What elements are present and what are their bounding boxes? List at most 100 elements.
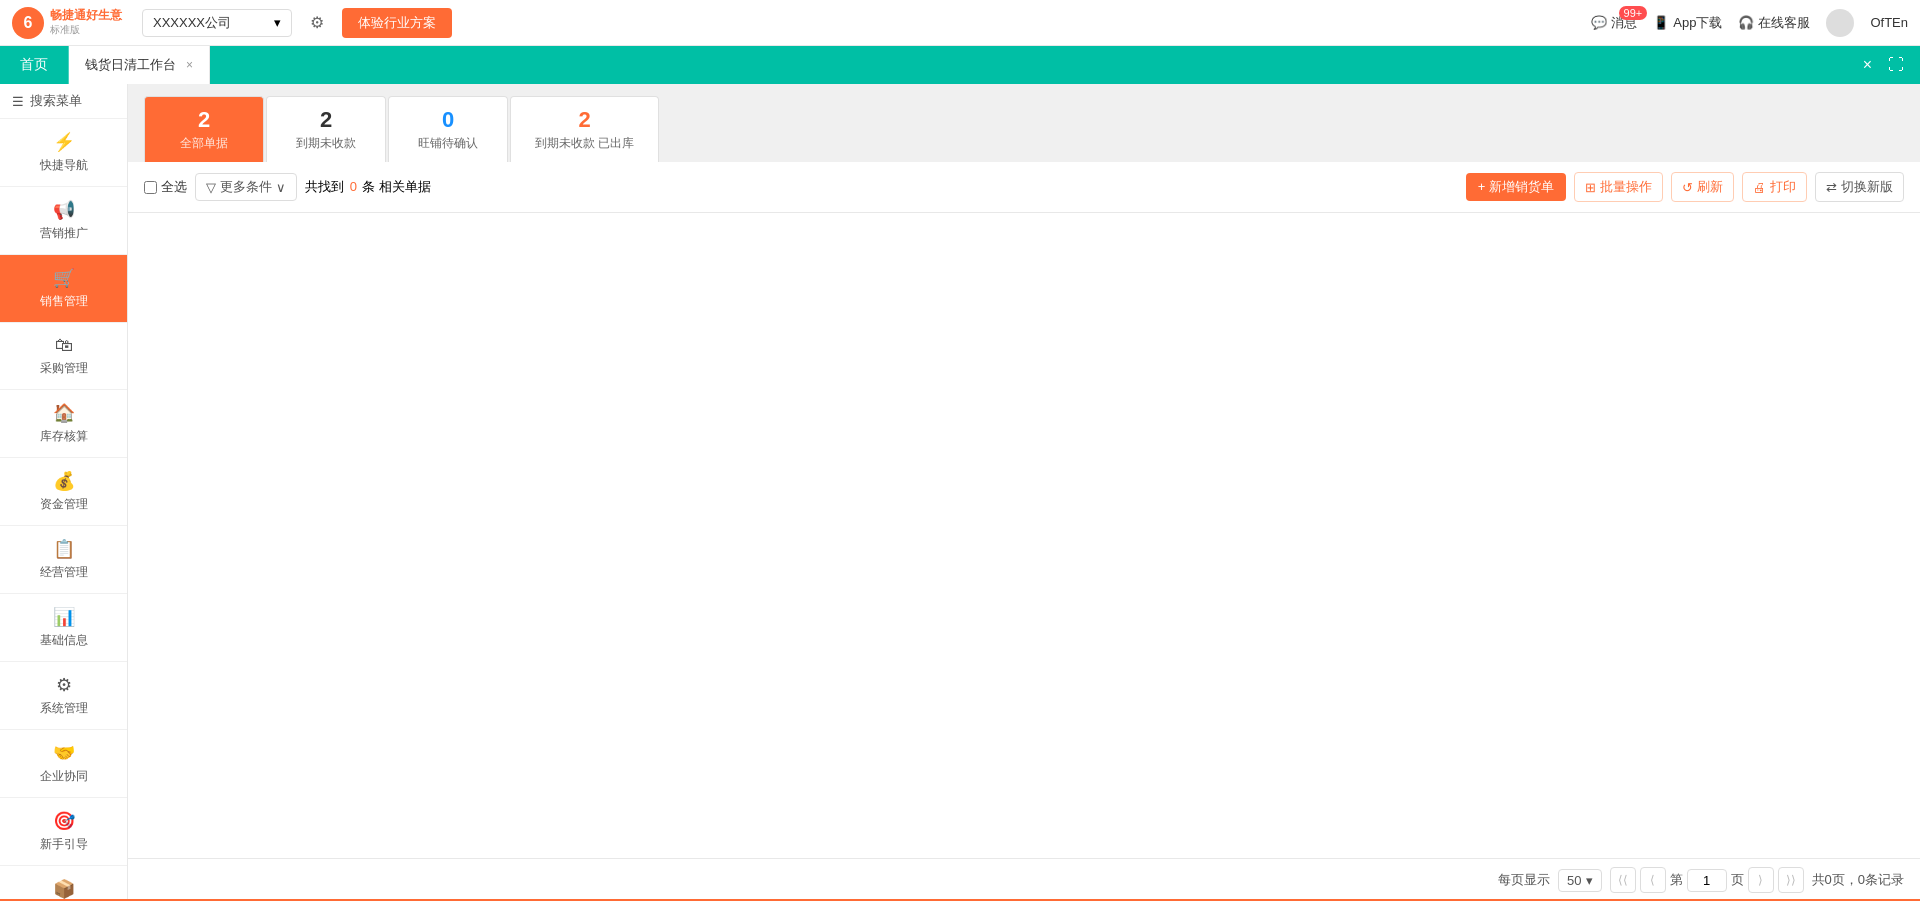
filter-icon: ▽ (206, 180, 216, 195)
select-all-checkbox[interactable]: 全选 (144, 178, 187, 196)
logo-text: 畅捷通好生意 标准版 (50, 8, 122, 36)
search-menu[interactable]: ☰ 搜索菜单 (0, 84, 127, 119)
batch-icon: ⊞ (1585, 180, 1596, 195)
avatar (1826, 9, 1854, 37)
sidebar-item-basic-info[interactable]: 📊 基础信息 (0, 594, 127, 662)
logo-title: 畅捷通好生意 (50, 8, 122, 22)
prev-page-button[interactable]: ⟨ (1640, 867, 1666, 893)
page-label: 第 (1670, 871, 1683, 889)
switch-icon: ⇄ (1826, 180, 1837, 195)
filter-label: 更多条件 (220, 178, 272, 196)
refresh-icon: ↺ (1682, 180, 1693, 195)
filter-count-suffix: 条 相关单据 (362, 179, 431, 194)
app-download-button[interactable]: 📱 App下载 (1653, 14, 1722, 32)
logo-icon: 6 (12, 7, 44, 39)
per-page-select[interactable]: 50 ▾ (1558, 869, 1601, 892)
user-name[interactable]: OfTEn (1870, 15, 1908, 30)
tab-close-icon[interactable]: × (186, 58, 193, 72)
chevron-down-icon: ▾ (274, 15, 281, 30)
tab-bar: 首页 钱货日清工作台 × × ⛶ (0, 46, 1920, 84)
app-icon: 📱 (1653, 15, 1669, 30)
purchase-icon: 🛍 (55, 335, 73, 356)
sidebar-item-operations[interactable]: 📋 经营管理 (0, 526, 127, 594)
stat-tab-all[interactable]: 2 全部单据 (144, 96, 264, 162)
sidebar-item-app-center[interactable]: 📦 应用中心 (0, 866, 127, 901)
add-sale-order-button[interactable]: + 新增销货单 (1466, 173, 1566, 201)
filter-button[interactable]: ▽ 更多条件 ∨ (195, 173, 297, 201)
select-all-label: 全选 (161, 178, 187, 196)
print-button[interactable]: 🖨 打印 (1742, 172, 1807, 202)
chevron-down-icon: ∨ (276, 180, 286, 195)
sales-icon: 🛒 (53, 267, 75, 289)
sidebar-label-quick-nav: 快捷导航 (40, 157, 88, 174)
sidebar-item-quick-nav[interactable]: ⚡ 快捷导航 (0, 119, 127, 187)
per-page-value: 50 (1567, 873, 1581, 888)
refresh-label: 刷新 (1697, 178, 1723, 196)
next-page-button[interactable]: ⟩ (1748, 867, 1774, 893)
logo-area: 6 畅捷通好生意 标准版 (12, 7, 132, 39)
message-badge: 99+ (1619, 6, 1648, 20)
sidebar-label-finance: 资金管理 (40, 496, 88, 513)
stat-tab-pending[interactable]: 0 旺铺待确认 (388, 96, 508, 162)
switch-version-button[interactable]: ⇄ 切换新版 (1815, 172, 1904, 202)
trial-button[interactable]: 体验行业方案 (342, 8, 452, 38)
sidebar-label-purchase: 采购管理 (40, 360, 88, 377)
online-service-button[interactable]: 🎧 在线客服 (1738, 14, 1810, 32)
marketing-icon: 📢 (53, 199, 75, 221)
message-button[interactable]: 💬 消息 99+ (1591, 14, 1637, 32)
table-content-area (128, 213, 1920, 858)
headset-icon: 🎧 (1738, 15, 1754, 30)
top-bar: 6 畅捷通好生意 标准版 XXXXXX公司 ▾ ⚙ 体验行业方案 💬 消息 99… (0, 0, 1920, 46)
stat-label-shipped: 到期未收款 已出库 (535, 135, 634, 152)
message-icon: 💬 (1591, 15, 1607, 30)
sidebar: ☰ 搜索菜单 ⚡ 快捷导航 📢 营销推广 🛒 销售管理 🛍 采购管理 🏠 库存核… (0, 84, 128, 901)
last-page-button[interactable]: ⟩⟩ (1778, 867, 1804, 893)
stat-number-pending: 0 (442, 107, 454, 133)
tab-home[interactable]: 首页 (0, 46, 69, 84)
batch-operation-button[interactable]: ⊞ 批量操作 (1574, 172, 1663, 202)
company-name: XXXXXX公司 (153, 14, 231, 32)
select-all-input[interactable] (144, 181, 157, 194)
batch-label: 批量操作 (1600, 178, 1652, 196)
search-icon: ☰ (12, 94, 24, 109)
cooperation-icon: 🤝 (53, 742, 75, 764)
sidebar-item-guide[interactable]: 🎯 新手引导 (0, 798, 127, 866)
maximize-icon[interactable]: ⛶ (1884, 52, 1908, 78)
app-download-label: App下载 (1673, 14, 1722, 32)
logo-subtitle: 标准版 (50, 23, 122, 37)
sidebar-label-marketing: 营销推广 (40, 225, 88, 242)
per-page-label: 每页显示 (1498, 871, 1550, 889)
quick-nav-icon: ⚡ (53, 131, 75, 153)
main-layout: ☰ 搜索菜单 ⚡ 快捷导航 📢 营销推广 🛒 销售管理 🛍 采购管理 🏠 库存核… (0, 84, 1920, 901)
sidebar-item-cooperation[interactable]: 🤝 企业协同 (0, 730, 127, 798)
toolbar-left: 全选 ▽ 更多条件 ∨ 共找到 0 条 相关单据 (144, 173, 1458, 201)
stat-tab-due[interactable]: 2 到期未收款 (266, 96, 386, 162)
sidebar-item-system[interactable]: ⚙ 系统管理 (0, 662, 127, 730)
toolbar: 全选 ▽ 更多条件 ∨ 共找到 0 条 相关单据 + 新增销货单 ⊞ 批量操作 (128, 162, 1920, 213)
stat-tab-shipped[interactable]: 2 到期未收款 已出库 (510, 96, 659, 162)
sidebar-label-cooperation: 企业协同 (40, 768, 88, 785)
sidebar-item-finance[interactable]: 💰 资金管理 (0, 458, 127, 526)
stat-number-shipped: 2 (579, 107, 591, 133)
tab-qianhuorichin[interactable]: 钱货日清工作台 × (69, 46, 210, 84)
settings-icon-btn[interactable]: ⚙ (302, 8, 332, 38)
guide-icon: 🎯 (53, 810, 75, 832)
finance-icon: 💰 (53, 470, 75, 492)
system-icon: ⚙ (56, 674, 72, 696)
top-bar-left: 6 畅捷通好生意 标准版 XXXXXX公司 ▾ ⚙ 体验行业方案 (12, 7, 452, 39)
sidebar-item-purchase[interactable]: 🛍 采购管理 (0, 323, 127, 390)
content-area: 2 全部单据 2 到期未收款 0 旺铺待确认 2 到期未收款 已出库 全选 (128, 84, 1920, 901)
print-icon: 🖨 (1753, 180, 1766, 195)
refresh-button[interactable]: ↺ 刷新 (1671, 172, 1734, 202)
sidebar-item-sales[interactable]: 🛒 销售管理 (0, 255, 127, 323)
page-input[interactable]: 1 (1687, 869, 1727, 892)
sidebar-label-guide: 新手引导 (40, 836, 88, 853)
inventory-icon: 🏠 (53, 402, 75, 424)
company-selector[interactable]: XXXXXX公司 ▾ (142, 9, 292, 37)
sidebar-item-inventory[interactable]: 🏠 库存核算 (0, 390, 127, 458)
stat-label-all: 全部单据 (180, 135, 228, 152)
first-page-button[interactable]: ⟨⟨ (1610, 867, 1636, 893)
close-window-icon[interactable]: × (1859, 52, 1876, 78)
page-suffix: 页 (1731, 871, 1744, 889)
sidebar-item-marketing[interactable]: 📢 营销推广 (0, 187, 127, 255)
